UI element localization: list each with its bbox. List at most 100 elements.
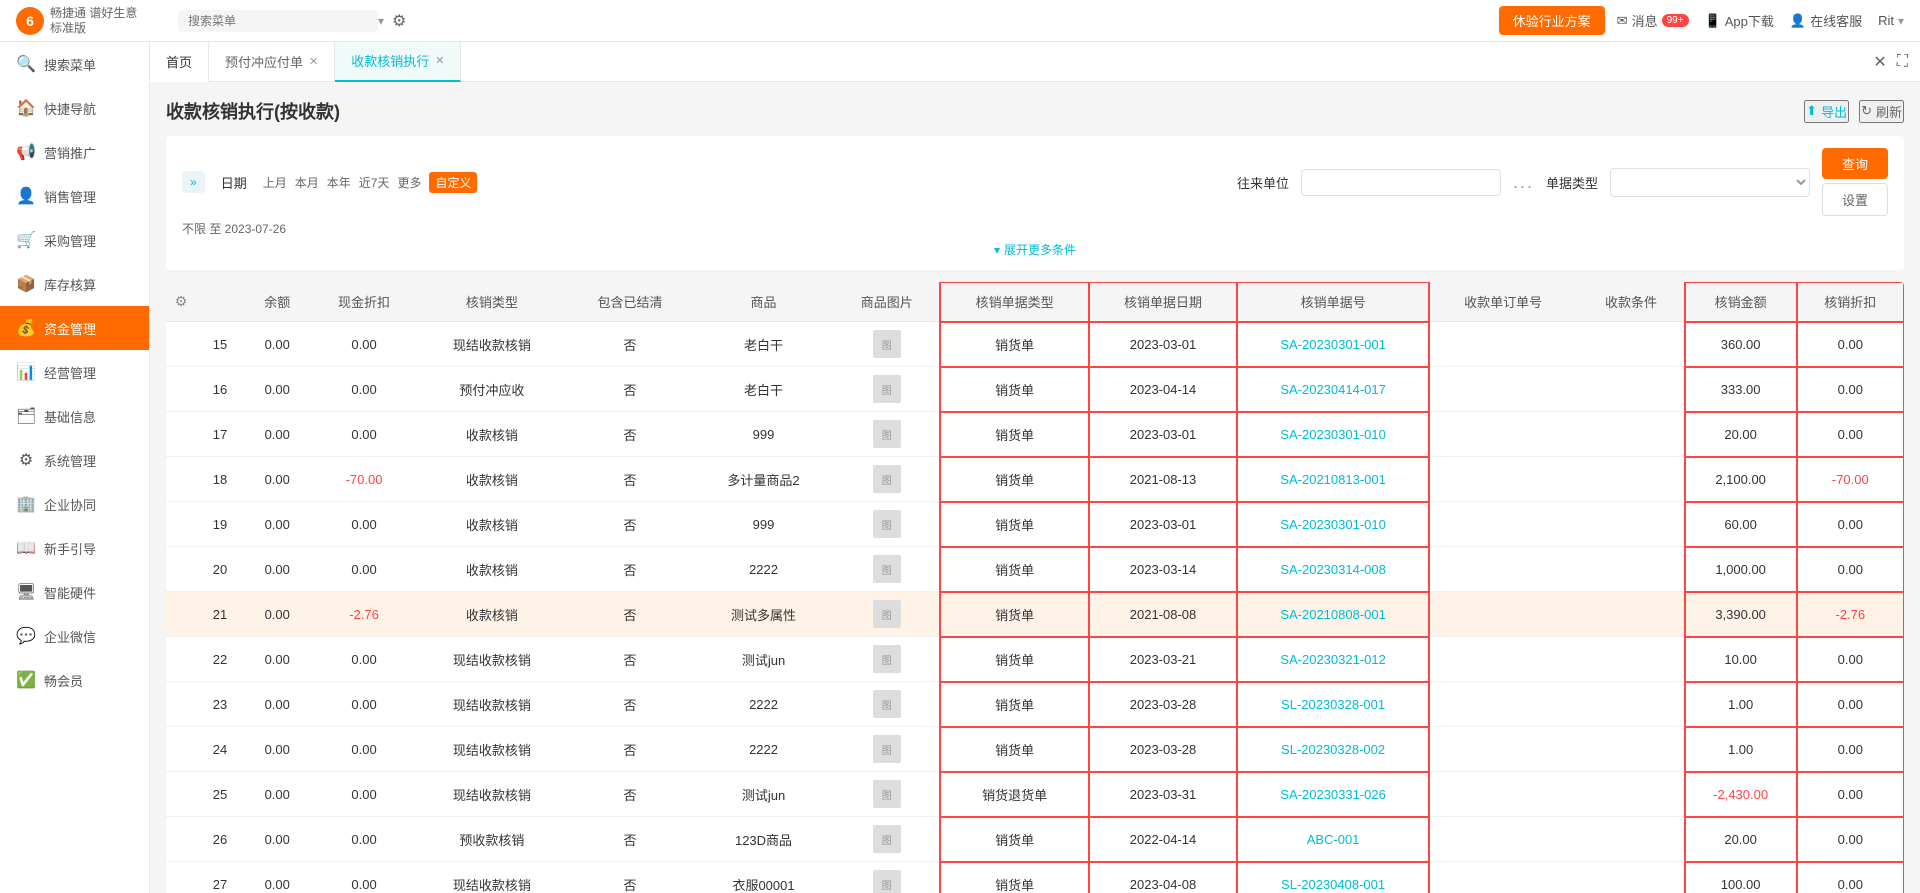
sidebar-item-hardware[interactable]: 🖥 智能硬件 [0, 570, 149, 614]
date-option-custom[interactable]: 自定义 [429, 172, 477, 193]
from-unit-input[interactable] [1301, 169, 1501, 196]
sidebar-item-inventory[interactable]: 📦 库存核算 [0, 262, 149, 306]
td-bill-no[interactable]: SL-20230408-001 [1237, 862, 1429, 893]
bill-no-link[interactable]: SL-20230328-001 [1281, 697, 1385, 712]
table-row[interactable]: 23 0.00 0.00 现结收款核销 否 2222 图 销货单 2023-03… [166, 682, 1904, 727]
table-row[interactable]: 19 0.00 0.00 收款核销 否 999 图 销货单 2023-03-01… [166, 502, 1904, 547]
settings-button[interactable]: 设置 [1822, 183, 1888, 216]
td-goods-image: 图 [833, 457, 940, 502]
bill-no-link[interactable]: SA-20230301-010 [1280, 517, 1386, 532]
sidebar-item-finance[interactable]: 💰 资金管理 [0, 306, 149, 350]
table-row[interactable]: 21 0.00 -2.76 收款核销 否 测试多属性 图 销货单 2021-08… [166, 592, 1904, 637]
sidebar-item-guide[interactable]: 📖 新手引导 [0, 526, 149, 570]
bill-no-link[interactable]: SL-20230408-001 [1281, 877, 1385, 892]
tab-writeoff[interactable]: 收款核销执行 ✕ [335, 42, 461, 82]
search-icon: 🔍 [16, 54, 36, 74]
td-bill-no[interactable]: SA-20230301-001 [1237, 322, 1429, 367]
tab-prepay[interactable]: 预付冲应付单 ✕ [209, 42, 335, 82]
table-row[interactable]: 26 0.00 0.00 预收款核销 否 123D商品 图 销货单 2022-0… [166, 817, 1904, 862]
expand-more-button[interactable]: ▾ 展开更多条件 [182, 241, 1888, 258]
date-option-7days[interactable]: 近7天 [359, 174, 390, 191]
hardware-icon: 🖥 [16, 582, 36, 602]
sidebar-item-corp[interactable]: 🏢 企业协同 [0, 482, 149, 526]
sidebar-item-marketing[interactable]: 📢 营销推广 [0, 130, 149, 174]
th-settings[interactable]: ⚙ [166, 282, 196, 322]
sidebar-item-member[interactable]: ✅ 畅会员 [0, 658, 149, 702]
sidebar-item-wechat[interactable]: 💬 企业微信 [0, 614, 149, 658]
table-row[interactable]: 16 0.00 0.00 预付冲应收 否 老白干 图 销货单 2023-04-1… [166, 367, 1904, 412]
sidebar-item-business[interactable]: 📊 经营管理 [0, 350, 149, 394]
td-bill-no[interactable]: SA-20230331-026 [1237, 772, 1429, 817]
td-writeoff-type: 现结收款核销 [418, 682, 566, 727]
tab-close-all-icon[interactable]: ✕ [1873, 52, 1886, 72]
sidebar-item-search[interactable]: 🔍 搜索菜单 [0, 42, 149, 86]
td-bill-no[interactable]: SA-20230301-010 [1237, 502, 1429, 547]
td-bill-date: 2021-08-13 [1089, 457, 1237, 502]
bill-no-link[interactable]: ABC-001 [1307, 832, 1360, 847]
td-settings [166, 772, 196, 817]
top-right-area: ✉ 消息 99+ 📱 App下载 👤 在线客服 Rit ▾ [1617, 11, 1904, 30]
td-bill-no[interactable]: SA-20230414-017 [1237, 367, 1429, 412]
td-balance: 0.00 [244, 322, 310, 367]
tab-writeoff-close-icon[interactable]: ✕ [435, 54, 444, 67]
dots-button[interactable]: ... [1513, 172, 1534, 193]
td-include-settled: 否 [566, 817, 694, 862]
date-option-this-year[interactable]: 本年 [327, 174, 351, 191]
td-bill-no[interactable]: SA-20230301-010 [1237, 412, 1429, 457]
bill-no-link[interactable]: SA-20230414-017 [1280, 382, 1386, 397]
td-cash-discount: 0.00 [310, 637, 417, 682]
td-bill-no[interactable]: ABC-001 [1237, 817, 1429, 862]
bill-no-link[interactable]: SA-20230301-010 [1280, 427, 1386, 442]
sidebar-item-sales[interactable]: 👤 销售管理 [0, 174, 149, 218]
bill-no-link[interactable]: SA-20230321-012 [1280, 652, 1386, 667]
bill-no-link[interactable]: SA-20230301-001 [1280, 337, 1386, 352]
td-seq: 15 [196, 322, 244, 367]
solution-button[interactable]: 休验行业方案 [1499, 6, 1605, 35]
table-row[interactable]: 27 0.00 0.00 现结收款核销 否 衣服00001 图 销货单 2023… [166, 862, 1904, 893]
column-settings-icon[interactable]: ⚙ [175, 293, 188, 309]
th-bill-date: 核销单据日期 [1089, 282, 1237, 322]
filter-expand-button[interactable]: » [182, 171, 205, 193]
td-bill-no[interactable]: SL-20230328-002 [1237, 727, 1429, 772]
bill-no-link[interactable]: SA-20230314-008 [1280, 562, 1386, 577]
table-row[interactable]: 15 0.00 0.00 现结收款核销 否 老白干 图 销货单 2023-03-… [166, 322, 1904, 367]
td-goods: 2222 [694, 547, 833, 592]
bill-no-link[interactable]: SA-20230331-026 [1280, 787, 1386, 802]
message-item[interactable]: ✉ 消息 99+ [1617, 11, 1689, 30]
sidebar-item-basic[interactable]: 🗂 基础信息 [0, 394, 149, 438]
tab-home[interactable]: 首页 [150, 42, 209, 82]
sidebar-item-system[interactable]: ⚙ 系统管理 [0, 438, 149, 482]
app-download-item[interactable]: 📱 App下载 [1705, 11, 1774, 30]
export-button[interactable]: ⬆ 导出 [1804, 100, 1849, 123]
date-option-last-month[interactable]: 上月 [263, 174, 287, 191]
td-bill-no[interactable]: SA-20210808-001 [1237, 592, 1429, 637]
refresh-button[interactable]: ↻ 刷新 [1859, 100, 1904, 123]
td-bill-no[interactable]: SA-20230321-012 [1237, 637, 1429, 682]
table-row[interactable]: 22 0.00 0.00 现结收款核销 否 测试jun 图 销货单 2023-0… [166, 637, 1904, 682]
online-service-item[interactable]: 👤 在线客服 [1790, 11, 1862, 30]
top-search-input[interactable] [178, 10, 378, 32]
td-bill-no[interactable]: SA-20210813-001 [1237, 457, 1429, 502]
user-avatar[interactable]: Rit ▾ [1878, 13, 1904, 28]
table-row[interactable]: 24 0.00 0.00 现结收款核销 否 2222 图 销货单 2023-03… [166, 727, 1904, 772]
table-row[interactable]: 20 0.00 0.00 收款核销 否 2222 图 销货单 2023-03-1… [166, 547, 1904, 592]
sidebar-item-quicknav[interactable]: 🏠 快捷导航 [0, 86, 149, 130]
table-row[interactable]: 25 0.00 0.00 现结收款核销 否 测试jun 图 销货退货单 2023… [166, 772, 1904, 817]
doc-type-select[interactable] [1610, 168, 1810, 197]
tab-prepay-close-icon[interactable]: ✕ [309, 55, 318, 68]
td-settings [166, 637, 196, 682]
date-option-this-month[interactable]: 本月 [295, 174, 319, 191]
table-row[interactable]: 18 0.00 -70.00 收款核销 否 多计量商品2 图 销货单 2021-… [166, 457, 1904, 502]
table-row[interactable]: 17 0.00 0.00 收款核销 否 999 图 销货单 2023-03-01… [166, 412, 1904, 457]
sidebar-item-purchase[interactable]: 🛒 采购管理 [0, 218, 149, 262]
td-bill-no[interactable]: SL-20230328-001 [1237, 682, 1429, 727]
bill-no-link[interactable]: SA-20210808-001 [1280, 607, 1386, 622]
bill-no-link[interactable]: SL-20230328-002 [1281, 742, 1385, 757]
tab-maximize-icon[interactable]: ⛶ [1897, 53, 1908, 71]
bill-no-link[interactable]: SA-20210813-001 [1280, 472, 1386, 487]
date-option-more[interactable]: 更多 [397, 174, 421, 191]
query-button[interactable]: 查询 [1822, 148, 1888, 179]
td-cash-discount: 0.00 [310, 412, 417, 457]
settings-icon[interactable]: ⚙ [392, 11, 406, 31]
td-bill-no[interactable]: SA-20230314-008 [1237, 547, 1429, 592]
